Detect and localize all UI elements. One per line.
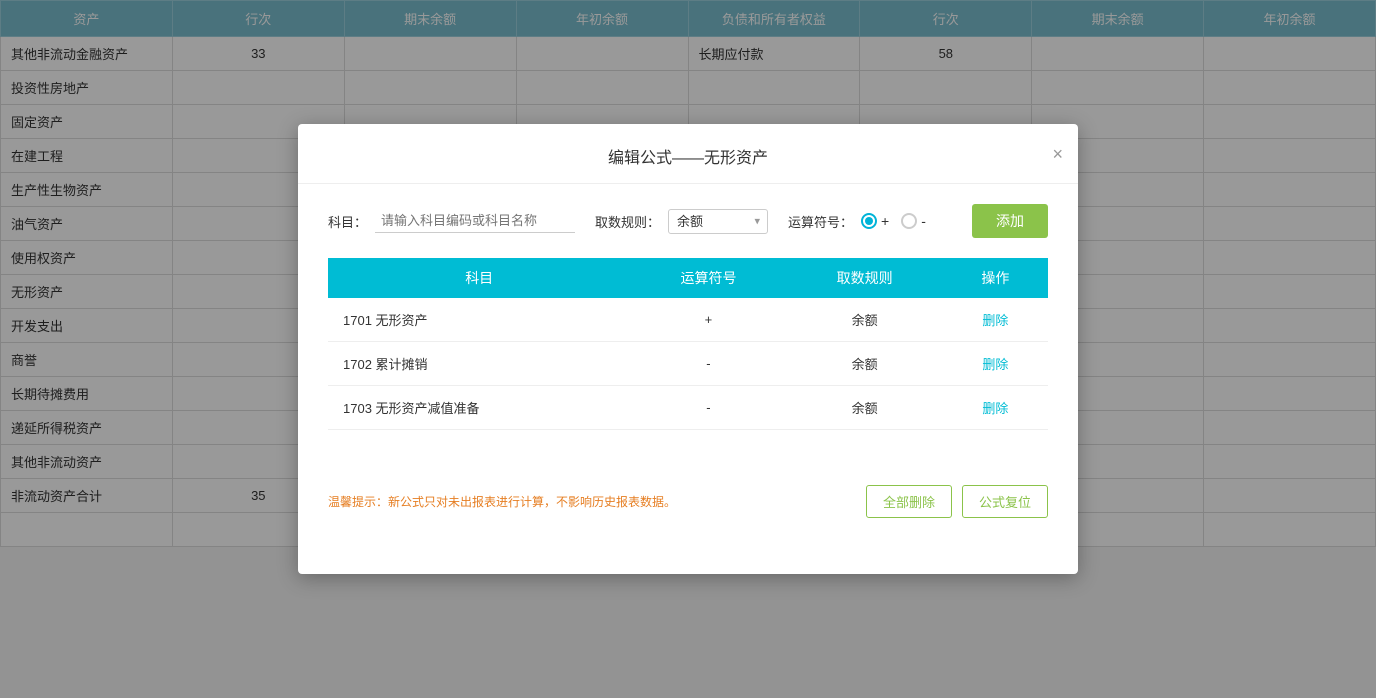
row-rule: 余额 (787, 298, 943, 342)
table-row: 1701 无形资产+余额 删除 (328, 298, 1048, 342)
table-header-operator: 运算符号 (630, 258, 786, 298)
row-operator: + (630, 298, 786, 342)
modal-title: 编辑公式——无形资产 (608, 150, 768, 167)
modal-header: 编辑公式——无形资产 × (298, 124, 1078, 184)
row-subject: 1703 无形资产减值准备 (328, 386, 630, 430)
delete-all-button[interactable]: 全部删除 (866, 485, 952, 518)
row-operator: - (630, 386, 786, 430)
radio-plus-circle (861, 213, 877, 229)
radio-group: + - (861, 213, 926, 229)
delete-row-button[interactable]: 删除 (982, 310, 1008, 329)
subject-group: 科目： (328, 209, 575, 233)
modal-close-button[interactable]: × (1052, 145, 1063, 163)
operator-label: 运算符号： (788, 212, 853, 231)
table-header-rule: 取数规则 (787, 258, 943, 298)
subject-label: 科目： (328, 212, 367, 231)
modal-body: 科目： 取数规则： 余额 借方 贷方 借方发生额 贷方发生额 (298, 184, 1078, 470)
reset-button[interactable]: 公式复位 (962, 485, 1048, 518)
row-action: 删除 (943, 298, 1048, 342)
rule-select-wrapper: 余额 借方 贷方 借方发生额 贷方发生额 (668, 209, 768, 234)
rule-group: 取数规则： 余额 借方 贷方 借方发生额 贷方发生额 (595, 209, 768, 234)
operator-group: 运算符号： + - (788, 212, 926, 231)
add-button[interactable]: 添加 (972, 204, 1048, 238)
table-header-action: 操作 (943, 258, 1048, 298)
row-subject: 1701 无形资产 (328, 298, 630, 342)
radio-plus-label: + (881, 213, 889, 229)
modal-footer: 温馨提示：新公式只对未出报表进行计算，不影响历史报表数据。 全部删除 公式复位 (298, 470, 1078, 538)
footer-tip: 温馨提示：新公式只对未出报表进行计算，不影响历史报表数据。 (328, 493, 676, 510)
radio-minus[interactable]: - (901, 213, 926, 229)
modal-dialog: 编辑公式——无形资产 × 科目： 取数规则： 余额 借方 贷方 (298, 124, 1078, 574)
radio-minus-circle (901, 213, 917, 229)
formula-table: 科目 运算符号 取数规则 操作 1701 无形资产+余额删除1702 累计摊销-… (328, 258, 1048, 430)
radio-plus[interactable]: + (861, 213, 889, 229)
row-subject: 1702 累计摊销 (328, 342, 630, 386)
row-operator: - (630, 342, 786, 386)
rule-select[interactable]: 余额 借方 贷方 借方发生额 贷方发生额 (668, 209, 768, 234)
modal-overlay: 编辑公式——无形资产 × 科目： 取数规则： 余额 借方 贷方 (0, 0, 1376, 698)
form-row: 科目： 取数规则： 余额 借方 贷方 借方发生额 贷方发生额 (328, 204, 1048, 238)
radio-minus-label: - (921, 213, 926, 229)
table-header-subject: 科目 (328, 258, 630, 298)
row-action: 删除 (943, 342, 1048, 386)
footer-buttons: 全部删除 公式复位 (866, 485, 1048, 518)
delete-row-button[interactable]: 删除 (982, 398, 1008, 417)
table-row: 1702 累计摊销-余额 删除 (328, 342, 1048, 386)
row-rule: 余额 (787, 386, 943, 430)
rule-label: 取数规则： (595, 212, 660, 231)
row-rule: 余额 (787, 342, 943, 386)
row-action: 删除 (943, 386, 1048, 430)
subject-input[interactable] (375, 209, 575, 233)
table-row: 1703 无形资产减值准备-余额 删除 (328, 386, 1048, 430)
delete-row-button[interactable]: 删除 (982, 354, 1008, 373)
